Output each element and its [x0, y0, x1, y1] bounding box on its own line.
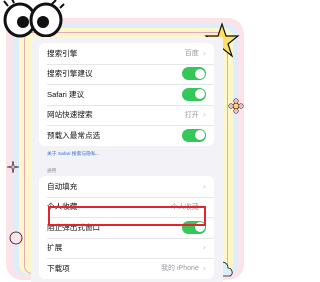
extensions-highlight-box — [48, 206, 206, 226]
autofill-row[interactable]: 自动填充 › — [39, 176, 214, 197]
chevron-right-icon: › — [202, 263, 206, 273]
downloads-row[interactable]: 下载项 我的 iPhone › — [39, 258, 214, 279]
row-label: Safari 建议 — [47, 89, 85, 99]
row-label: 网站快速搜索 — [47, 110, 93, 120]
chevron-right-icon: › — [202, 110, 206, 120]
search-suggestions-toggle[interactable] — [182, 67, 206, 81]
search-settings-group: 搜索引擎 百度 › 搜索引擎建议 Safari 建议 网站快速搜索 打开 › 预… — [39, 43, 214, 146]
row-value: 我的 iPhone — [161, 265, 199, 273]
row-label: 下载项 — [47, 263, 70, 273]
row-label: 自动填充 — [47, 181, 78, 191]
safari-suggestions-toggle[interactable] — [182, 87, 206, 101]
sparkle-icon — [6, 160, 20, 174]
safari-settings-screen: 搜索引擎 百度 › 搜索引擎建议 Safari 建议 网站快速搜索 打开 › 预… — [31, 37, 223, 282]
chevron-right-icon: › — [202, 243, 206, 253]
row-label: 搜索引擎建议 — [47, 69, 93, 79]
general-section-header: 通用 — [47, 168, 57, 173]
row-value: 打开 — [184, 111, 199, 119]
chevron-right-icon: › — [202, 48, 206, 58]
search-privacy-link[interactable]: 关于 Safari 搜索与隐私... — [47, 150, 100, 157]
safari-suggestions-row: Safari 建议 — [39, 84, 214, 105]
cartoon-eyes-icon — [3, 0, 65, 38]
preload-top-hit-row: 预载入最常点选 — [39, 125, 214, 146]
search-engine-suggestions-row: 搜索引擎建议 — [39, 63, 214, 85]
flower-icon — [228, 98, 244, 114]
chevron-right-icon: › — [202, 181, 206, 191]
quick-website-search-row[interactable]: 网站快速搜索 打开 › — [39, 104, 214, 126]
row-label: 预载入最常点选 — [47, 130, 101, 140]
row-label: 搜索引擎 — [47, 48, 78, 58]
general-settings-group: 自动填充 › 个人收藏 个人收藏 › 阻止弹出式窗口 扩展 › 下载项 我的 i… — [39, 176, 214, 279]
row-label: 扩展 — [47, 243, 63, 253]
search-engine-row[interactable]: 搜索引擎 百度 › — [39, 43, 214, 64]
extensions-row[interactable]: 扩展 › — [39, 237, 214, 259]
preload-top-hit-toggle[interactable] — [182, 128, 206, 142]
bubble-doodle-icon — [9, 231, 23, 245]
row-value: 百度 — [184, 50, 199, 58]
